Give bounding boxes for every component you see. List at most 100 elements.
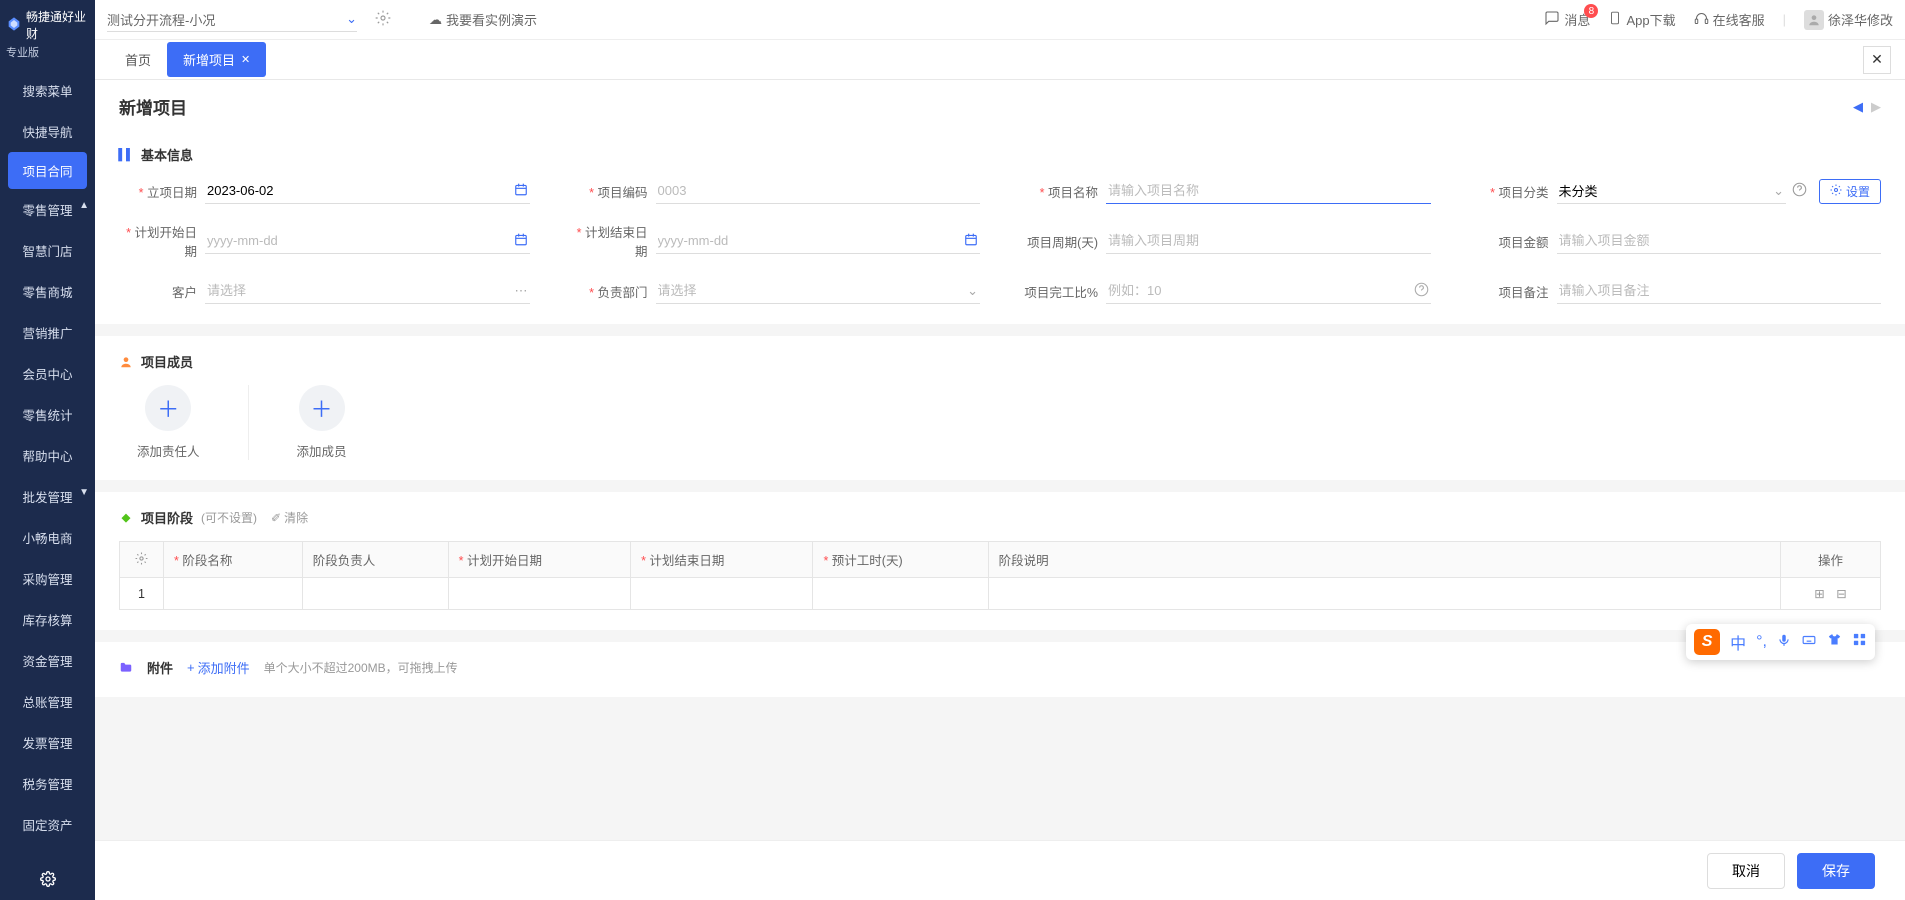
attachment-hint: 单个大小不超过200MB，可拖拽上传 xyxy=(264,659,458,676)
table-settings-button[interactable] xyxy=(120,542,164,578)
project-name-input[interactable] xyxy=(1106,178,1431,204)
sidebar-item-purchase[interactable]: 采购管理 xyxy=(0,558,95,599)
close-all-tabs-button[interactable]: ✕ xyxy=(1863,46,1891,74)
sidebar-item-inventory[interactable]: 库存核算 xyxy=(0,599,95,640)
headset-icon xyxy=(1694,11,1709,29)
ime-toolbox-icon[interactable] xyxy=(1852,632,1867,652)
ime-skin-icon[interactable] xyxy=(1827,632,1842,652)
table-row[interactable]: 1 ⊞ ⊟ xyxy=(120,578,1881,610)
remark-input[interactable] xyxy=(1557,278,1882,304)
message-icon xyxy=(1544,10,1560,29)
sidebar-item-retail[interactable]: 零售管理▲ xyxy=(0,189,95,230)
cell-est-hours[interactable] xyxy=(813,578,988,610)
insert-row-icon[interactable]: ⊞ xyxy=(1814,587,1824,601)
cloud-icon: ☁ xyxy=(429,12,442,28)
app-download-label: App下载 xyxy=(1626,10,1675,29)
project-code-input[interactable] xyxy=(656,178,981,204)
help-icon[interactable] xyxy=(1414,282,1429,300)
section-title: 基本信息 xyxy=(141,145,193,164)
app-download-button[interactable]: App下载 xyxy=(1608,10,1675,29)
messages-button[interactable]: 消息 8 xyxy=(1544,10,1590,29)
add-member-button[interactable]: ＋ xyxy=(299,385,345,431)
project-period-input[interactable] xyxy=(1106,228,1431,254)
col-op: 操作 xyxy=(1781,542,1881,578)
prev-record-button[interactable]: ◀ xyxy=(1853,99,1863,115)
sidebar-item-member[interactable]: 会员中心 xyxy=(0,353,95,394)
sidebar-item-search[interactable]: 搜索菜单 xyxy=(0,70,95,111)
demo-link[interactable]: ☁ 我要看实例演示 xyxy=(429,10,537,29)
sidebar-item-fixed-asset[interactable]: 固定资产 xyxy=(0,804,95,845)
section-title: 项目成员 xyxy=(141,352,193,371)
cell-desc[interactable] xyxy=(988,578,1780,610)
col-stage-name: 阶段名称 xyxy=(164,542,303,578)
logo-icon xyxy=(6,16,22,35)
info-icon: ▌▌ xyxy=(119,148,133,162)
project-category-select[interactable] xyxy=(1557,178,1786,204)
close-icon: ✕ xyxy=(1871,51,1883,68)
category-setup-button[interactable]: 设置 xyxy=(1819,179,1881,204)
row-actions: ⊞ ⊟ xyxy=(1781,578,1881,610)
gear-icon xyxy=(40,875,56,890)
project-amount-input[interactable] xyxy=(1557,228,1882,254)
sidebar-item-marketing[interactable]: 营销推广 xyxy=(0,312,95,353)
tab-home[interactable]: 首页 xyxy=(109,42,167,77)
sidebar-item-tax[interactable]: 税务管理 xyxy=(0,763,95,804)
topbar: 测试分开流程-小况 ⌄ ☁ 我要看实例演示 消息 8 xyxy=(95,0,1905,40)
cell-stage-owner[interactable] xyxy=(302,578,448,610)
sidebar-item-funds[interactable]: 资金管理 xyxy=(0,640,95,681)
sidebar-item-wholesale[interactable]: 批发管理▼ xyxy=(0,476,95,517)
page-header: 新增项目 ◀ ▶ xyxy=(95,80,1905,129)
save-button[interactable]: 保存 xyxy=(1797,853,1875,889)
sidebar-item-ledger[interactable]: 总账管理 xyxy=(0,681,95,722)
add-member-label: 添加成员 xyxy=(297,441,347,460)
cell-plan-start[interactable] xyxy=(448,578,630,610)
sidebar-item-project-contract[interactable]: 项目合同 xyxy=(8,152,87,189)
ime-lang-toggle[interactable]: 中 xyxy=(1730,630,1746,654)
field-label: 项目周期(天) xyxy=(1020,232,1098,251)
help-icon[interactable] xyxy=(1792,182,1807,200)
complete-pct-input[interactable] xyxy=(1106,278,1431,304)
next-record-button[interactable]: ▶ xyxy=(1871,99,1881,115)
close-icon[interactable]: ✕ xyxy=(241,53,250,66)
add-owner-button[interactable]: ＋ xyxy=(145,385,191,431)
sidebar-item-invoice[interactable]: 发票管理 xyxy=(0,722,95,763)
calendar-icon[interactable] xyxy=(514,183,528,200)
add-attachment-button[interactable]: + 添加附件 xyxy=(187,658,250,677)
sidebar-item-retail-stats[interactable]: 零售统计 xyxy=(0,394,95,435)
ime-voice-icon[interactable] xyxy=(1777,633,1791,652)
ime-punct-icon[interactable]: °, xyxy=(1756,633,1767,651)
sidebar-settings[interactable] xyxy=(0,861,95,900)
sidebar-item-retail-mall[interactable]: 零售商城 xyxy=(0,271,95,312)
business-unit-select[interactable]: 测试分开流程-小况 ⌄ xyxy=(107,8,357,32)
chevron-down-icon[interactable]: ⌄ xyxy=(1773,183,1784,199)
calendar-icon[interactable] xyxy=(964,233,978,250)
online-service-button[interactable]: 在线客服 xyxy=(1694,10,1765,29)
sidebar-item-ecommerce[interactable]: 小畅电商 xyxy=(0,517,95,558)
tab-new-project[interactable]: 新增项目 ✕ xyxy=(167,42,266,77)
delete-row-icon[interactable]: ⊟ xyxy=(1836,587,1846,601)
cancel-button[interactable]: 取消 xyxy=(1707,853,1785,889)
plan-end-input[interactable] xyxy=(656,228,981,254)
cell-stage-name[interactable] xyxy=(164,578,303,610)
start-date-input[interactable] xyxy=(205,178,530,204)
ime-logo-icon: S xyxy=(1694,629,1720,655)
sidebar-item-help[interactable]: 帮助中心 xyxy=(0,435,95,476)
sidebar-item-smart-store[interactable]: 智慧门店 xyxy=(0,230,95,271)
sidebar-item-quicknav[interactable]: 快捷导航 xyxy=(0,111,95,152)
sidebar-items: 搜索菜单 快捷导航 项目合同 零售管理▲ 智慧门店 零售商城 营销推广 会员中心… xyxy=(0,70,95,861)
customer-select[interactable] xyxy=(205,278,530,304)
user-menu[interactable]: 徐泽华修改 xyxy=(1804,10,1893,30)
calendar-icon[interactable] xyxy=(514,233,528,250)
ime-toolbar[interactable]: S 中 °, xyxy=(1686,624,1875,660)
plan-start-input[interactable] xyxy=(205,228,530,254)
cell-plan-end[interactable] xyxy=(631,578,813,610)
eraser-icon: ✐ xyxy=(271,511,281,525)
department-select[interactable] xyxy=(656,278,981,304)
ime-keyboard-icon[interactable] xyxy=(1801,633,1817,652)
more-icon[interactable]: ⋯ xyxy=(515,283,528,299)
clear-stages-button[interactable]: ✐ 清除 xyxy=(271,509,308,526)
business-unit-settings[interactable] xyxy=(375,10,391,29)
col-plan-end: 计划结束日期 xyxy=(631,542,813,578)
tab-label: 首页 xyxy=(125,50,151,69)
chevron-down-icon[interactable]: ⌄ xyxy=(967,283,978,299)
